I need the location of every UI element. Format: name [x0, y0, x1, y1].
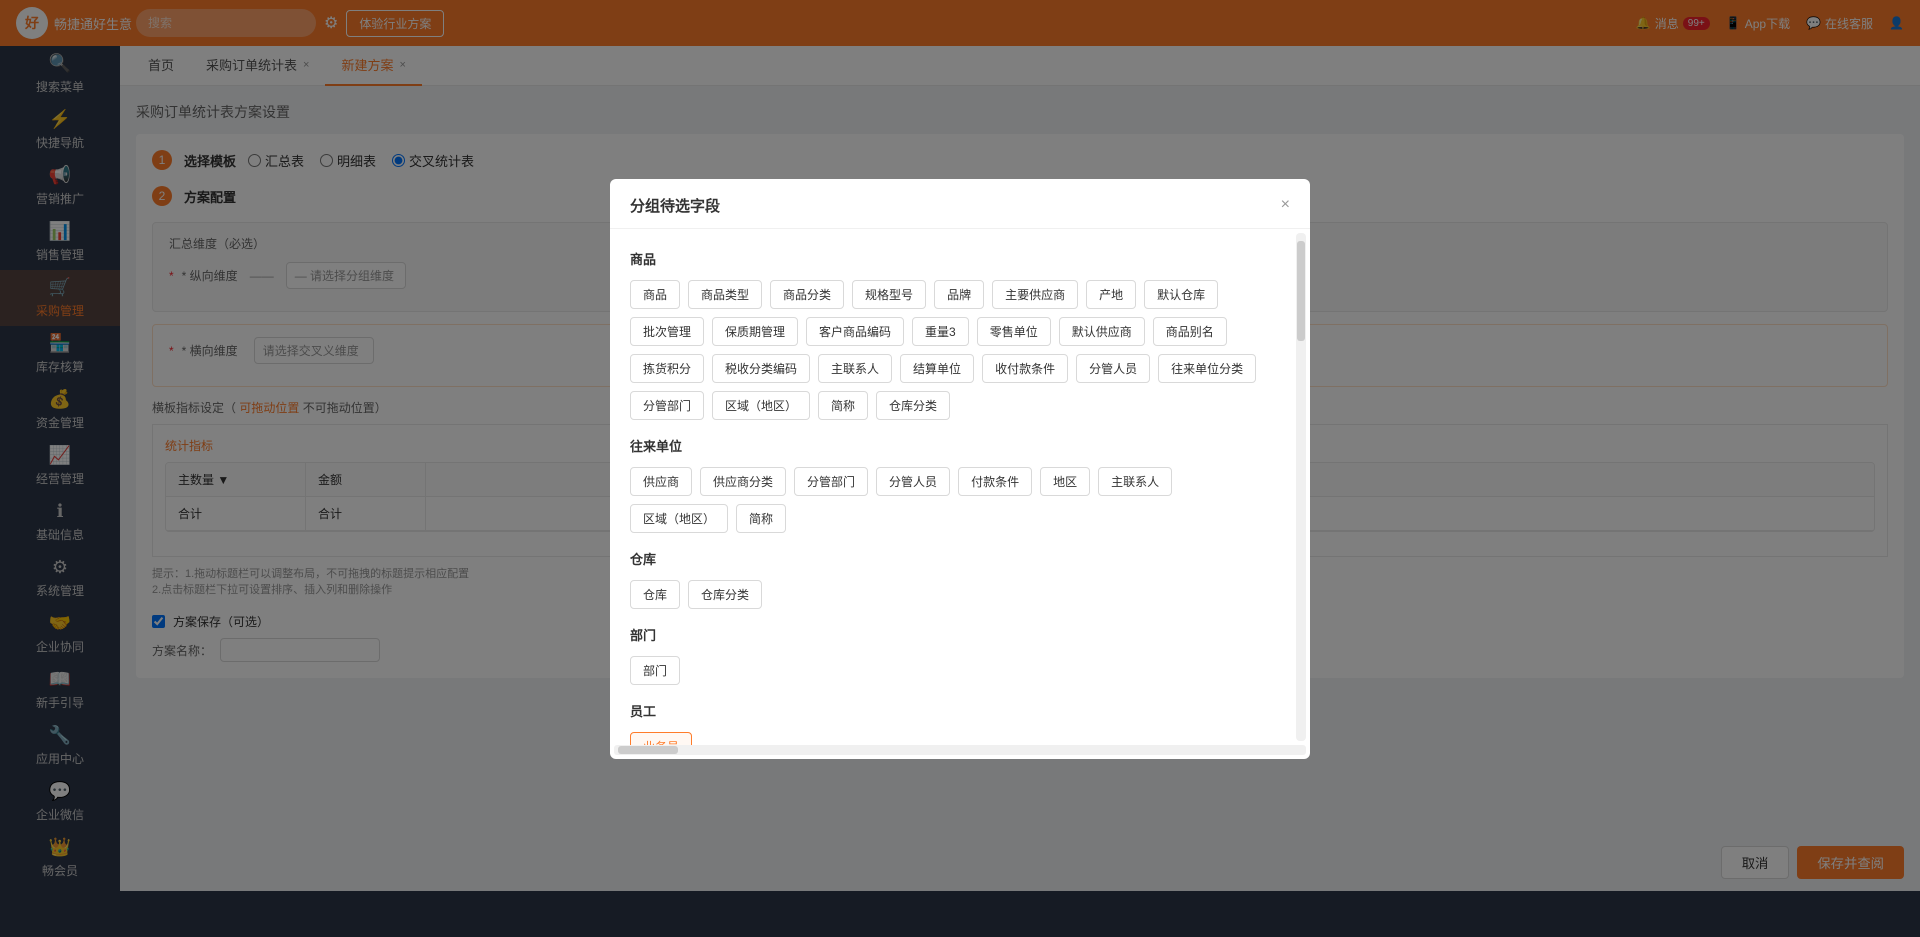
modal-dialog: 分组待选字段 × 商品 商品 商品类型 商品分类 规格型号 品牌 主要供应商 产… [610, 179, 1310, 759]
field-default-supplier[interactable]: 默认供应商 [1059, 317, 1145, 346]
modal-title: 分组待选字段 [630, 195, 720, 216]
field-abbr-goods[interactable]: 简称 [818, 391, 868, 420]
field-shelf-life[interactable]: 保质期管理 [712, 317, 798, 346]
field-goods-type[interactable]: 商品类型 [688, 280, 762, 309]
field-settlement-unit[interactable]: 结算单位 [900, 354, 974, 383]
field-grid-dept: 部门 [630, 656, 1272, 685]
field-grid-staff: 业务员 [630, 732, 1272, 746]
field-main-supplier[interactable]: 主要供应商 [992, 280, 1078, 309]
modal-bottom-scrollbar-track [614, 745, 1306, 754]
field-payment-condition[interactable]: 付款条件 [958, 467, 1032, 496]
modal-bottom-scrollbar-thumb[interactable] [618, 746, 678, 754]
modal-overlay: 分组待选字段 × 商品 商品 商品类型 商品分类 规格型号 品牌 主要供应商 产… [0, 0, 1920, 937]
field-tax-code[interactable]: 税收分类编码 [712, 354, 810, 383]
field-department[interactable]: 部门 [630, 656, 680, 685]
field-grid-counterpart: 供应商 供应商分类 分管部门 分管人员 付款条件 地区 主联系人 区域（地区） … [630, 467, 1272, 533]
field-counterpart-category[interactable]: 往来单位分类 [1158, 354, 1256, 383]
field-area[interactable]: 地区 [1040, 467, 1090, 496]
field-abbr-counterpart[interactable]: 简称 [736, 504, 786, 533]
field-goods[interactable]: 商品 [630, 280, 680, 309]
field-goods-category[interactable]: 商品分类 [770, 280, 844, 309]
field-origin[interactable]: 产地 [1086, 280, 1136, 309]
field-main-contact-counterpart[interactable]: 主联系人 [1098, 467, 1172, 496]
field-supplier-category[interactable]: 供应商分类 [700, 467, 786, 496]
modal-header: 分组待选字段 × [610, 179, 1310, 229]
field-region-counterpart[interactable]: 区域（地区） [630, 504, 728, 533]
field-main-contact[interactable]: 主联系人 [818, 354, 892, 383]
field-warehouse-category-goods[interactable]: 仓库分类 [876, 391, 950, 420]
field-grid-goods: 商品 商品类型 商品分类 规格型号 品牌 主要供应商 产地 默认仓库 批次管理 … [630, 280, 1272, 420]
field-warehouse[interactable]: 仓库 [630, 580, 680, 609]
field-customer-code[interactable]: 客户商品编码 [806, 317, 904, 346]
field-dept-supervised[interactable]: 分管部门 [630, 391, 704, 420]
field-goods-alias[interactable]: 商品别名 [1153, 317, 1227, 346]
field-warehouse-category[interactable]: 仓库分类 [688, 580, 762, 609]
field-default-warehouse[interactable]: 默认仓库 [1144, 280, 1218, 309]
field-weight3[interactable]: 重量3 [912, 317, 969, 346]
modal-close-button[interactable]: × [1281, 196, 1290, 214]
section-title-warehouse: 仓库 [630, 549, 1272, 568]
field-region-goods[interactable]: 区域（地区） [712, 391, 810, 420]
field-brand[interactable]: 品牌 [934, 280, 984, 309]
modal-scrollbar-track [1296, 233, 1306, 742]
section-title-dept: 部门 [630, 625, 1272, 644]
section-title-counterpart: 往来单位 [630, 436, 1272, 455]
field-batch-mgmt[interactable]: 批次管理 [630, 317, 704, 346]
field-supervised-dept[interactable]: 分管部门 [794, 467, 868, 496]
field-supervisor[interactable]: 分管人员 [1076, 354, 1150, 383]
field-supplier[interactable]: 供应商 [630, 467, 692, 496]
section-title-goods: 商品 [630, 249, 1272, 268]
field-pick-points[interactable]: 拣货积分 [630, 354, 704, 383]
field-grid-warehouse: 仓库 仓库分类 [630, 580, 1272, 609]
field-payment-terms[interactable]: 收付款条件 [982, 354, 1068, 383]
field-salesperson[interactable]: 业务员 [630, 732, 692, 746]
modal-body: 商品 商品 商品类型 商品分类 规格型号 品牌 主要供应商 产地 默认仓库 批次… [610, 229, 1292, 746]
field-spec-type[interactable]: 规格型号 [852, 280, 926, 309]
field-supervised-person[interactable]: 分管人员 [876, 467, 950, 496]
field-retail-unit[interactable]: 零售单位 [977, 317, 1051, 346]
modal-scrollbar-thumb[interactable] [1297, 241, 1305, 341]
section-title-staff: 员工 [630, 701, 1272, 720]
